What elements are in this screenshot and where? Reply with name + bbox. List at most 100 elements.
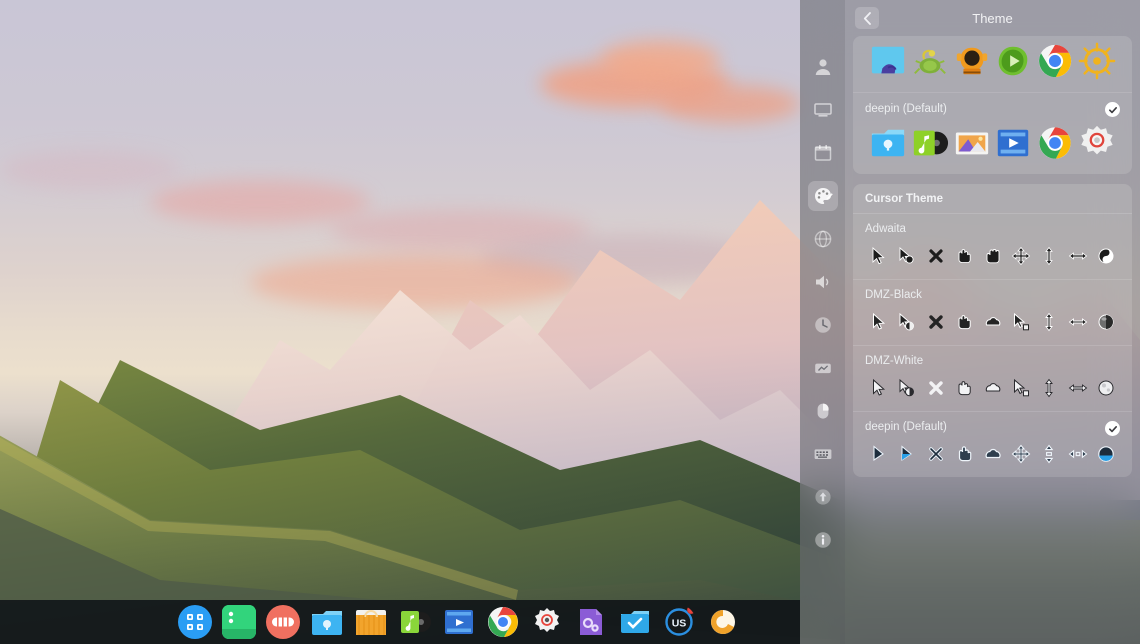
theme-label: deepin (Default)	[865, 103, 947, 115]
cursor-theme-label: deepin (Default)	[865, 421, 947, 433]
sidebar-item-system-info[interactable]	[808, 525, 838, 555]
dock-item-google-chrome[interactable]	[486, 605, 520, 639]
cursor-preview-set	[865, 375, 1120, 401]
arrow-box-cursor	[1013, 378, 1029, 397]
notification-badge	[687, 606, 695, 614]
video-icon	[998, 129, 1029, 157]
cursor-preview-set	[865, 309, 1120, 335]
panel-header: Theme	[845, 0, 1140, 36]
resize-horizontal-cursor	[1068, 318, 1087, 326]
cursor-row[interactable]: DMZ-Black	[853, 279, 1132, 345]
selected-check-icon	[1105, 102, 1120, 117]
music-icon	[913, 130, 948, 156]
sidebar-item-display[interactable]	[808, 95, 838, 125]
dock-item-movie[interactable]	[266, 605, 300, 639]
terminal-icon	[222, 605, 256, 639]
taskbar-dock[interactable]: US	[0, 600, 800, 644]
dock-item-launcher[interactable]	[178, 605, 212, 639]
panel-scroll-area[interactable]: deepin (Default) Cursor Theme Adwaita DM…	[845, 36, 1140, 644]
svg-text:US: US	[672, 618, 687, 630]
pointing-hand-cursor	[958, 315, 971, 330]
cursor-theme-label: DMZ-White	[865, 355, 924, 367]
busy-cursor	[1098, 314, 1114, 330]
dock-item-keyboard-layout[interactable]: US	[662, 605, 696, 639]
sidebar-item-network[interactable]	[808, 224, 838, 254]
bug-icon	[913, 49, 946, 75]
sidebar-item-sound[interactable]	[808, 267, 838, 297]
launcher-icon	[187, 614, 203, 630]
cursor-theme-card: Cursor Theme Adwaita DMZ-Black DMZ-White…	[853, 184, 1132, 477]
cursor-theme-header: Cursor Theme	[853, 184, 1132, 214]
app-store-icon	[356, 610, 386, 635]
not-allowed-cursor	[929, 381, 943, 395]
calendar-icon	[814, 145, 831, 161]
arrow-cursor	[873, 445, 884, 462]
link-cursor	[899, 378, 915, 397]
touchpad-icon	[814, 363, 831, 374]
control-center-panel[interactable]: Theme deepin (Default) Cursor Theme Adwa…	[800, 0, 1140, 644]
chrome-icon	[488, 607, 518, 638]
move-cursor	[1011, 444, 1031, 464]
resize-horizontal-cursor	[1068, 449, 1088, 459]
dock-item-task-app[interactable]	[618, 605, 652, 639]
theme-icon-preview	[865, 124, 1120, 162]
resize-horizontal-cursor	[1068, 384, 1087, 392]
camera-icon	[956, 47, 987, 75]
dock-item-loading-app[interactable]	[706, 605, 740, 639]
busy-cursor	[1098, 248, 1114, 264]
theme-icon-preview	[865, 42, 1120, 80]
pointing-hand-cursor	[959, 446, 972, 462]
cursor-row[interactable]: Adwaita	[853, 214, 1132, 279]
info-icon	[814, 532, 831, 548]
control-center-sidebar[interactable]	[800, 0, 845, 644]
display-icon	[813, 103, 832, 117]
grabbing-hand-cursor	[985, 383, 1000, 392]
selected-check-icon	[1105, 421, 1120, 436]
dock-item-control-center[interactable]	[530, 605, 564, 639]
dock-item-terminal[interactable]	[222, 605, 256, 639]
person-icon	[815, 59, 830, 75]
sidebar-item-keyboard[interactable]	[808, 439, 838, 469]
file-manager-icon	[312, 611, 342, 635]
palette-icon	[814, 188, 833, 204]
sidebar-item-personalization[interactable]	[807, 181, 838, 211]
not-allowed-cursor	[929, 249, 943, 263]
gear-icon	[535, 608, 559, 632]
sidebar-item-mouse[interactable]	[808, 396, 838, 426]
resize-vertical-cursor	[1045, 246, 1054, 266]
sidebar-item-accounts[interactable]	[808, 52, 838, 82]
cursor-theme-label: Adwaita	[865, 223, 906, 235]
not-allowed-cursor	[928, 447, 943, 461]
move-cursor	[1011, 246, 1030, 266]
loading-icon	[711, 610, 735, 634]
pointing-hand-cursor	[958, 249, 971, 264]
file-manager-icon	[871, 129, 905, 157]
resize-vertical-cursor	[1045, 378, 1054, 398]
grabbing-hand-cursor	[985, 317, 1000, 326]
dock-item-file-manager[interactable]	[310, 605, 344, 639]
speaker-icon	[815, 275, 828, 289]
dock-item-video[interactable]	[442, 605, 476, 639]
sidebar-item-update[interactable]	[808, 482, 838, 512]
globe-icon	[814, 230, 831, 248]
page-title: Theme	[972, 10, 1013, 26]
settings-icon	[1081, 125, 1113, 155]
theme-row[interactable]: deepin (Default)	[853, 92, 1132, 174]
dock-item-music[interactable]	[398, 605, 432, 639]
cursor-row[interactable]: deepin (Default)	[853, 411, 1132, 477]
busy-cursor	[1098, 380, 1114, 396]
cursor-theme-label: DMZ-Black	[865, 289, 922, 301]
theme-row[interactable]	[853, 36, 1132, 92]
not-allowed-cursor	[929, 315, 943, 329]
cursor-row[interactable]: DMZ-White	[853, 345, 1132, 411]
sidebar-item-datetime[interactable]	[808, 138, 838, 168]
chevron-left-icon	[863, 11, 871, 25]
sidebar-item-power[interactable]	[808, 310, 838, 340]
dock-item-app-store[interactable]	[354, 605, 388, 639]
arrow-cursor	[873, 312, 886, 330]
back-button[interactable]	[855, 7, 879, 29]
sidebar-item-touchpad[interactable]	[808, 353, 838, 383]
resize-horizontal-cursor	[1068, 252, 1087, 260]
video-leaf-icon	[999, 46, 1028, 76]
dock-item-dev-tool[interactable]	[574, 605, 608, 639]
